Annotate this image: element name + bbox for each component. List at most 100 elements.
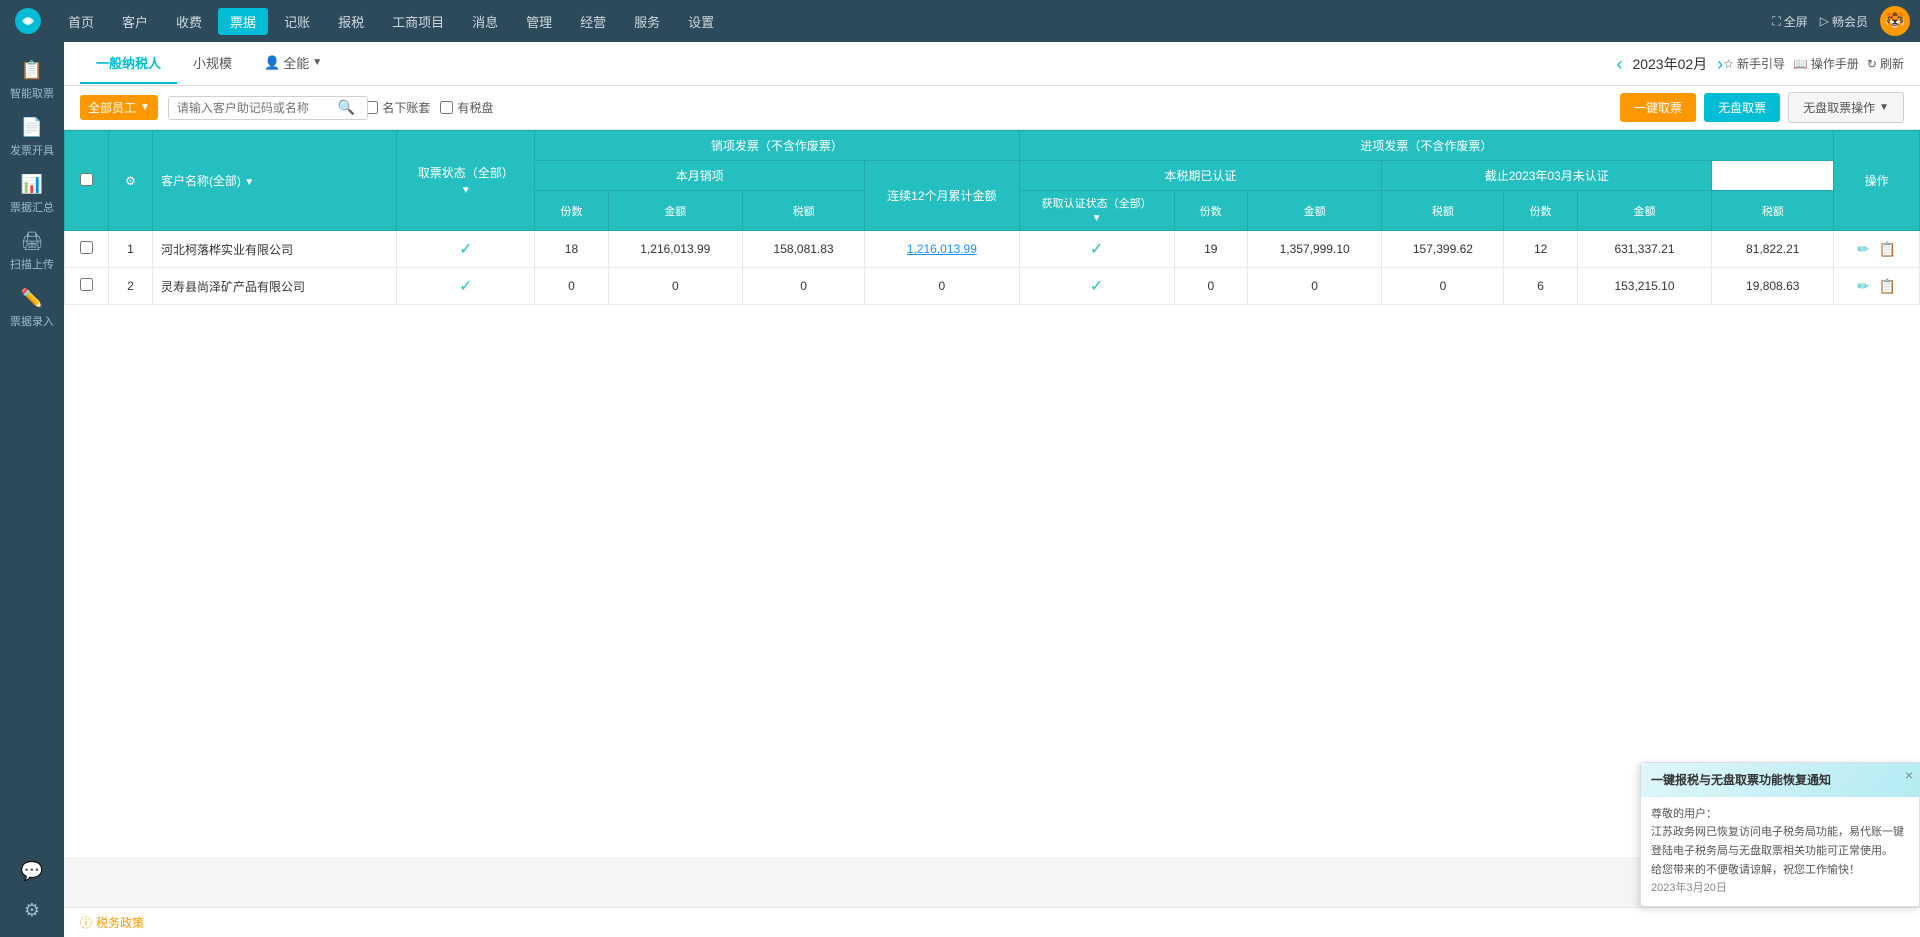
row-sales-shares-0: 18 — [535, 231, 608, 268]
tax-policy-link[interactable]: ⓘ 税务政策 — [80, 914, 144, 931]
row-checkbox-0[interactable] — [65, 231, 109, 268]
sidebar-item-invoice-summary[interactable]: 📊 票据汇总 — [0, 166, 64, 223]
row-action-0: ✏ 📋 — [1834, 231, 1920, 268]
search-button[interactable]: 🔍 — [338, 99, 355, 116]
row-index-0: 1 — [108, 231, 152, 268]
sidebar-item-smart-fetch[interactable]: 📋 智能取票 — [0, 52, 64, 109]
th-current-period-recognized: 本税期已认证 — [1019, 161, 1382, 191]
vip-btn[interactable]: ▷ 畅会员 — [1820, 13, 1868, 30]
nav-message[interactable]: 消息 — [460, 8, 510, 35]
row-sales-amount-1: 0 — [608, 268, 742, 305]
sidebar-item-invoice-entry[interactable]: ✏️ 票据录入 — [0, 280, 64, 337]
th-purchase-amount: 金额 — [1247, 191, 1381, 231]
th-purchase-tax: 税额 — [1382, 191, 1504, 231]
one-key-take-btn[interactable]: 一键取票 — [1620, 93, 1696, 122]
no-disc-take-btn[interactable]: 无盘取票 — [1704, 93, 1780, 122]
row-doc-btn-0[interactable]: 📋 — [1878, 241, 1895, 257]
row-purchase-amount-0: 1,357,999.10 — [1247, 231, 1381, 268]
has-tax-filter[interactable]: 有税盘 — [440, 99, 493, 116]
all-tab-dropdown-icon[interactable]: ▼ — [312, 57, 322, 68]
th-cumulative: 连续12个月累计金额 — [865, 161, 1019, 231]
filter-bar-right: 一键取票 无盘取票 无盘取票操作 ▼ — [1620, 92, 1904, 123]
invoice-entry-icon: ✏️ — [21, 288, 43, 309]
row-doc-btn-1[interactable]: 📋 — [1878, 278, 1895, 294]
row-sales-amount-0: 1,216,013.99 — [608, 231, 742, 268]
th-purchase-shares: 份数 — [1174, 191, 1247, 231]
prev-period-btn[interactable]: ‹ — [1616, 55, 1622, 73]
user-avatar[interactable]: 🐯 — [1880, 6, 1910, 36]
sidebar-item-invoice-open[interactable]: 📄 发票开具 — [0, 109, 64, 166]
th-before-march-unrecognized: 截止2023年03月未认证 — [1382, 161, 1712, 191]
notif-salutation: 尊敬的用户： — [1651, 805, 1909, 824]
notif-date: 2023年3月20日 — [1651, 879, 1909, 898]
info-icon: ⓘ — [80, 914, 92, 931]
nav-fee[interactable]: 收费 — [164, 8, 214, 35]
row-edit-btn-1[interactable]: ✏ — [1857, 278, 1869, 294]
customer-name-filter-icon[interactable]: ▼ — [244, 177, 254, 188]
nav-items: 首页 客户 收费 票据 记账 报税 工商项目 消息 管理 经营 服务 设置 — [56, 8, 1772, 35]
more-operations-btn[interactable]: 无盘取票操作 ▼ — [1788, 92, 1904, 123]
th-fetch-status[interactable]: 取票状态（全部） ▼ — [397, 131, 535, 231]
sidebar-item-scan-upload[interactable]: 🖨 扫描上传 — [0, 223, 64, 280]
tab-small-scale[interactable]: 小规模 — [177, 43, 248, 84]
chat-icon[interactable]: 💬 — [15, 855, 49, 888]
sidebar-label-scan-upload: 扫描上传 — [10, 256, 54, 272]
nav-service[interactable]: 服务 — [622, 8, 672, 35]
has-tax-checkbox[interactable] — [440, 101, 453, 114]
nav-right: ⛶ 全屏 ▷ 畅会员 🐯 — [1772, 6, 1910, 36]
settings-icon[interactable]: ⚙ — [18, 894, 46, 927]
nav-business[interactable]: 工商项目 — [380, 8, 456, 35]
row-checkbox-1[interactable] — [65, 268, 109, 305]
smart-fetch-icon: 📋 — [21, 60, 43, 81]
employee-select[interactable]: 全部员工 ▼ — [80, 95, 158, 120]
nav-tax[interactable]: 报税 — [326, 8, 376, 35]
certify-status-filter-icon[interactable]: ▼ — [1092, 213, 1102, 224]
row-purchase-shares-1: 0 — [1174, 268, 1247, 305]
row-unrecog-amount-1: 153,215.10 — [1577, 268, 1711, 305]
th-certify-status[interactable]: 获取认证状态（全部） ▼ — [1019, 191, 1174, 231]
row-edit-btn-0[interactable]: ✏ — [1857, 241, 1869, 257]
nav-home[interactable]: 首页 — [56, 8, 106, 35]
notif-body: 尊敬的用户： 江苏政务网已恢复访问电子税务局功能，易代账一键登陆电子税务局与无盘… — [1641, 797, 1919, 906]
th-this-month-sales: 本月销项 — [535, 161, 865, 191]
nav-management[interactable]: 管理 — [514, 8, 564, 35]
period-text: 2023年02月 — [1632, 54, 1707, 74]
select-all-checkbox[interactable] — [80, 173, 93, 186]
my-account-filter[interactable]: 名下账套 — [365, 99, 430, 116]
nav-customer[interactable]: 客户 — [110, 8, 160, 35]
nav-accounting[interactable]: 记账 — [272, 8, 322, 35]
th-unrecog-amount: 金额 — [1577, 191, 1711, 231]
manual-btn[interactable]: 📖 操作手册 — [1793, 55, 1859, 72]
sidebar-bottom: 💬 ⚙ — [15, 855, 49, 937]
nav-operation[interactable]: 经营 — [568, 8, 618, 35]
row-cumulative-1[interactable]: 0 — [865, 268, 1019, 305]
filter-bar: 全部员工 ▼ 🔍 名下账套 有税盘 一键取票 无盘取票 无盘取票操作 ▼ — [64, 86, 1920, 130]
table-wrap: ⚙ 客户名称(全部) ▼ 取票状态（全部） ▼ 销项发票（不含作废票） 进项发票… — [64, 130, 1920, 857]
fullscreen-btn[interactable]: ⛶ 全屏 — [1772, 13, 1807, 30]
sidebar-label-invoice-summary: 票据汇总 — [10, 199, 54, 215]
new-guide-btn[interactable]: ☆ 新手引导 — [1723, 55, 1785, 72]
nav-settings[interactable]: 设置 — [676, 8, 726, 35]
notification-popup: 一键报税与无盘取票功能恢复通知 × 尊敬的用户： 江苏政务网已恢复访问电子税务局… — [1640, 762, 1920, 907]
th-checkbox — [65, 131, 109, 231]
row-fetch-status-1: ✓ — [397, 268, 535, 305]
row-unrecog-shares-1: 6 — [1504, 268, 1577, 305]
table-body: 1 河北柯落桦实业有限公司 ✓ 18 1,216,013.99 158,081.… — [65, 231, 1920, 305]
config-gear-icon[interactable]: ⚙ — [125, 174, 136, 188]
th-purchase-invoice: 进项发票（不含作废票） — [1019, 131, 1834, 161]
refresh-btn[interactable]: ↻ 刷新 — [1867, 55, 1904, 72]
sidebar-label-smart-fetch: 智能取票 — [10, 85, 54, 101]
notif-close-btn[interactable]: × — [1905, 767, 1913, 783]
nav-invoice[interactable]: 票据 — [218, 8, 268, 35]
row-purchase-amount-1: 0 — [1247, 268, 1381, 305]
row-purchase-tax-0: 157,399.62 — [1382, 231, 1504, 268]
top-nav: 首页 客户 收费 票据 记账 报税 工商项目 消息 管理 经营 服务 设置 ⛶ … — [0, 0, 1920, 42]
tab-general-taxpayer[interactable]: 一般纳税人 — [80, 43, 177, 84]
top-action-group: ☆ 新手引导 📖 操作手册 ↻ 刷新 — [1723, 55, 1904, 72]
row-cumulative-0[interactable]: 1,216,013.99 — [865, 231, 1019, 268]
th-operation: 操作 — [1834, 131, 1920, 231]
row-purchase-shares-0: 19 — [1174, 231, 1247, 268]
tab-all[interactable]: 👤 全能 ▼ — [248, 43, 338, 84]
fetch-status-filter-icon[interactable]: ▼ — [461, 185, 471, 196]
th-customer-name[interactable]: 客户名称(全部) ▼ — [152, 131, 396, 231]
